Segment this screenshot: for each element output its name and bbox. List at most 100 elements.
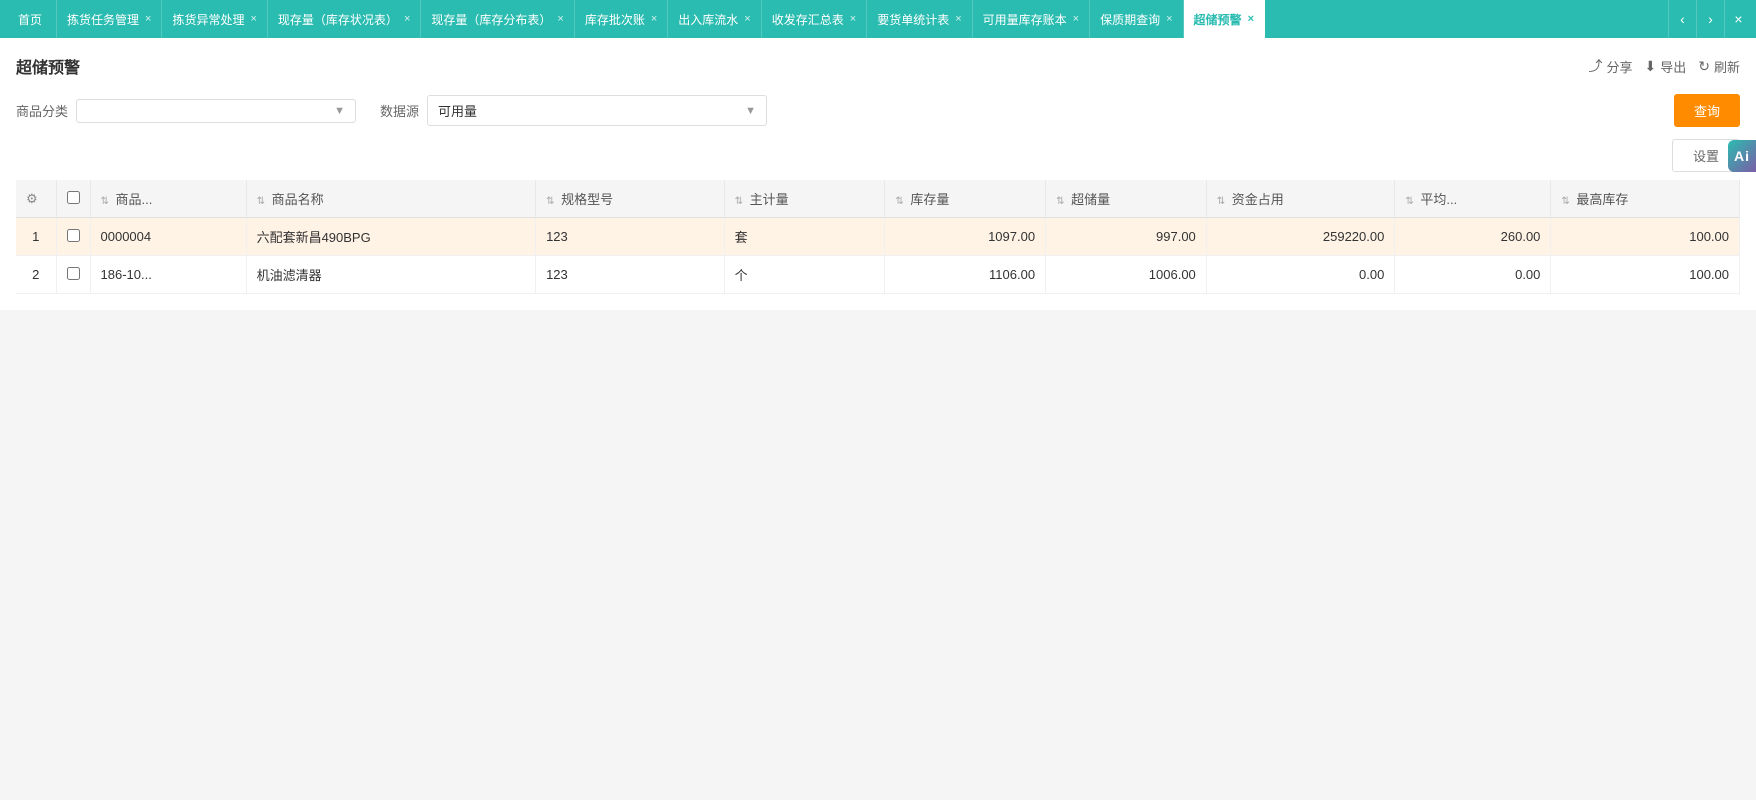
refresh-label: 刷新 bbox=[1714, 57, 1740, 76]
data-table: ⚙ ⇅ 商品... ⇅ 商品名称 ⇅ 规格型号 ⇅ bbox=[16, 180, 1740, 294]
nav-tab-home[interactable]: 首页 bbox=[4, 0, 57, 38]
nav-arrows: ‹ › × bbox=[1668, 0, 1752, 38]
gear-col-header: ⚙ bbox=[16, 180, 56, 218]
nav-tab-stock-dist-label: 现存量（库存分布表） bbox=[431, 11, 551, 28]
th-max-stock: ⇅ 最高库存 bbox=[1551, 180, 1740, 218]
page-content: 超储预警 ⤴ 分享 ⬇ 导出 ↻ 刷新 商品分类 ▼ 数据源 bbox=[0, 38, 1756, 310]
th-product-code-label: 商品... bbox=[116, 192, 153, 207]
nav-tab-stock-status[interactable]: 现存量（库存状况表） × bbox=[268, 0, 421, 38]
share-button[interactable]: ⤴ 分享 bbox=[1588, 56, 1632, 76]
row-product-name: 六配套新昌490BPG bbox=[246, 218, 536, 256]
sort-icon-overstock: ⇅ bbox=[1056, 196, 1064, 207]
nav-arrow-close[interactable]: × bbox=[1724, 0, 1752, 38]
nav-tab-batch[interactable]: 库存批次账 × bbox=[575, 0, 668, 38]
nav-tab-quality[interactable]: 保质期查询 × bbox=[1090, 0, 1183, 38]
table-row: 1 0000004 六配套新昌490BPG 123 套 1097.00 997.… bbox=[16, 218, 1740, 256]
nav-tab-task[interactable]: 拣货任务管理 × bbox=[57, 0, 162, 38]
filter-actions: 查询 bbox=[1674, 94, 1740, 127]
sort-icon-capital: ⇅ bbox=[1217, 196, 1225, 207]
nav-tab-task-close[interactable]: × bbox=[145, 13, 151, 25]
nav-tab-abnormal[interactable]: 拣货异常处理 × bbox=[162, 0, 267, 38]
th-overstock: ⇅ 超储量 bbox=[1046, 180, 1207, 218]
nav-tab-abnormal-close[interactable]: × bbox=[250, 13, 256, 25]
nav-tab-inout[interactable]: 出入库流水 × bbox=[668, 0, 761, 38]
top-navigation: 首页 拣货任务管理 × 拣货异常处理 × 现存量（库存状况表） × 现存量（库存… bbox=[0, 0, 1756, 38]
th-avg: ⇅ 平均... bbox=[1395, 180, 1551, 218]
table-row: 2 186-10... 机油滤清器 123 个 1106.00 1006.00 … bbox=[16, 256, 1740, 294]
row-stock: 1097.00 bbox=[885, 218, 1046, 256]
nav-arrow-right[interactable]: › bbox=[1696, 0, 1724, 38]
row-max-stock: 100.00 bbox=[1551, 218, 1740, 256]
export-label: 导出 bbox=[1660, 57, 1686, 76]
ai-badge[interactable]: Ai bbox=[1728, 140, 1756, 172]
export-icon: ⬇ bbox=[1645, 58, 1657, 75]
row-spec: 123 bbox=[536, 218, 725, 256]
row-product-name: 机油滤清器 bbox=[246, 256, 536, 294]
nav-tab-collect[interactable]: 收发存汇总表 × bbox=[762, 0, 867, 38]
refresh-button[interactable]: ↻ 刷新 bbox=[1698, 57, 1740, 76]
sort-icon-spec: ⇅ bbox=[546, 196, 554, 207]
category-select[interactable]: ▼ bbox=[76, 99, 356, 123]
nav-tab-stock-dist[interactable]: 现存量（库存分布表） × bbox=[421, 0, 574, 38]
sort-icon-unit: ⇅ bbox=[735, 196, 743, 207]
th-capital-label: 资金占用 bbox=[1232, 192, 1284, 207]
nav-tab-quality-label: 保质期查询 bbox=[1100, 11, 1160, 28]
nav-tab-order-stat-close[interactable]: × bbox=[955, 13, 961, 25]
header-actions: ⤴ 分享 ⬇ 导出 ↻ 刷新 bbox=[1588, 56, 1740, 76]
row-seq: 2 bbox=[16, 256, 56, 294]
category-chevron-icon: ▼ bbox=[334, 105, 345, 117]
sort-icon-max-stock: ⇅ bbox=[1561, 196, 1569, 207]
datasource-value: 可用量 bbox=[438, 101, 477, 120]
select-all-checkbox[interactable] bbox=[67, 191, 80, 204]
table-header-row: ⚙ ⇅ 商品... ⇅ 商品名称 ⇅ 规格型号 ⇅ bbox=[16, 180, 1740, 218]
th-avg-label: 平均... bbox=[1420, 192, 1457, 207]
sort-icon-stock: ⇅ bbox=[895, 196, 903, 207]
row-max-stock: 100.00 bbox=[1551, 256, 1740, 294]
row-avg: 260.00 bbox=[1395, 218, 1551, 256]
page-header: 超储预警 ⤴ 分享 ⬇ 导出 ↻ 刷新 bbox=[16, 54, 1740, 78]
gear-icon[interactable]: ⚙ bbox=[26, 191, 38, 206]
row-avg: 0.00 bbox=[1395, 256, 1551, 294]
nav-tab-stock-dist-close[interactable]: × bbox=[557, 13, 563, 25]
nav-tab-overstock[interactable]: 超储预警 × bbox=[1184, 0, 1265, 38]
nav-tab-abnormal-label: 拣货异常处理 bbox=[172, 11, 244, 28]
row-product-code: 186-10... bbox=[90, 256, 246, 294]
checkbox-col-header bbox=[56, 180, 90, 218]
row-stock: 1106.00 bbox=[885, 256, 1046, 294]
nav-tab-order-stat[interactable]: 要货单统计表 × bbox=[867, 0, 972, 38]
export-button[interactable]: ⬇ 导出 bbox=[1645, 57, 1687, 76]
row-unit: 个 bbox=[724, 256, 885, 294]
nav-tab-overstock-close[interactable]: × bbox=[1248, 13, 1254, 25]
sort-icon-product-name: ⇅ bbox=[257, 196, 265, 207]
page-title: 超储预警 bbox=[16, 54, 80, 78]
row-checkbox[interactable] bbox=[67, 229, 80, 242]
datasource-filter: 数据源 可用量 ▼ bbox=[380, 95, 767, 126]
sort-icon-avg: ⇅ bbox=[1405, 196, 1413, 207]
datasource-chevron-icon: ▼ bbox=[745, 105, 756, 117]
nav-tab-order-stat-label: 要货单统计表 bbox=[877, 11, 949, 28]
share-label: 分享 bbox=[1606, 57, 1632, 76]
nav-tab-stock-status-label: 现存量（库存状况表） bbox=[278, 11, 398, 28]
nav-tab-task-label: 拣货任务管理 bbox=[67, 11, 139, 28]
row-overstock: 1006.00 bbox=[1046, 256, 1207, 294]
row-checkbox[interactable] bbox=[67, 267, 80, 280]
sort-icon-product-code: ⇅ bbox=[101, 196, 109, 207]
row-unit: 套 bbox=[724, 218, 885, 256]
nav-tab-overstock-label: 超储预警 bbox=[1194, 11, 1242, 28]
nav-tab-available[interactable]: 可用量库存账本 × bbox=[973, 0, 1090, 38]
nav-arrow-left[interactable]: ‹ bbox=[1668, 0, 1696, 38]
datasource-select[interactable]: 可用量 ▼ bbox=[427, 95, 767, 126]
nav-tab-collect-close[interactable]: × bbox=[850, 13, 856, 25]
nav-tab-stock-status-close[interactable]: × bbox=[404, 13, 410, 25]
th-stock-label: 库存量 bbox=[910, 192, 949, 207]
row-spec: 123 bbox=[536, 256, 725, 294]
query-button[interactable]: 查询 bbox=[1674, 94, 1740, 127]
nav-tab-batch-close[interactable]: × bbox=[651, 13, 657, 25]
category-filter: 商品分类 ▼ bbox=[16, 99, 356, 123]
nav-tab-quality-close[interactable]: × bbox=[1166, 13, 1172, 25]
row-checkbox-cell bbox=[56, 256, 90, 294]
th-unit: ⇅ 主计量 bbox=[724, 180, 885, 218]
nav-tab-available-close[interactable]: × bbox=[1073, 13, 1079, 25]
nav-tab-inout-close[interactable]: × bbox=[744, 13, 750, 25]
nav-tab-collect-label: 收发存汇总表 bbox=[772, 11, 844, 28]
